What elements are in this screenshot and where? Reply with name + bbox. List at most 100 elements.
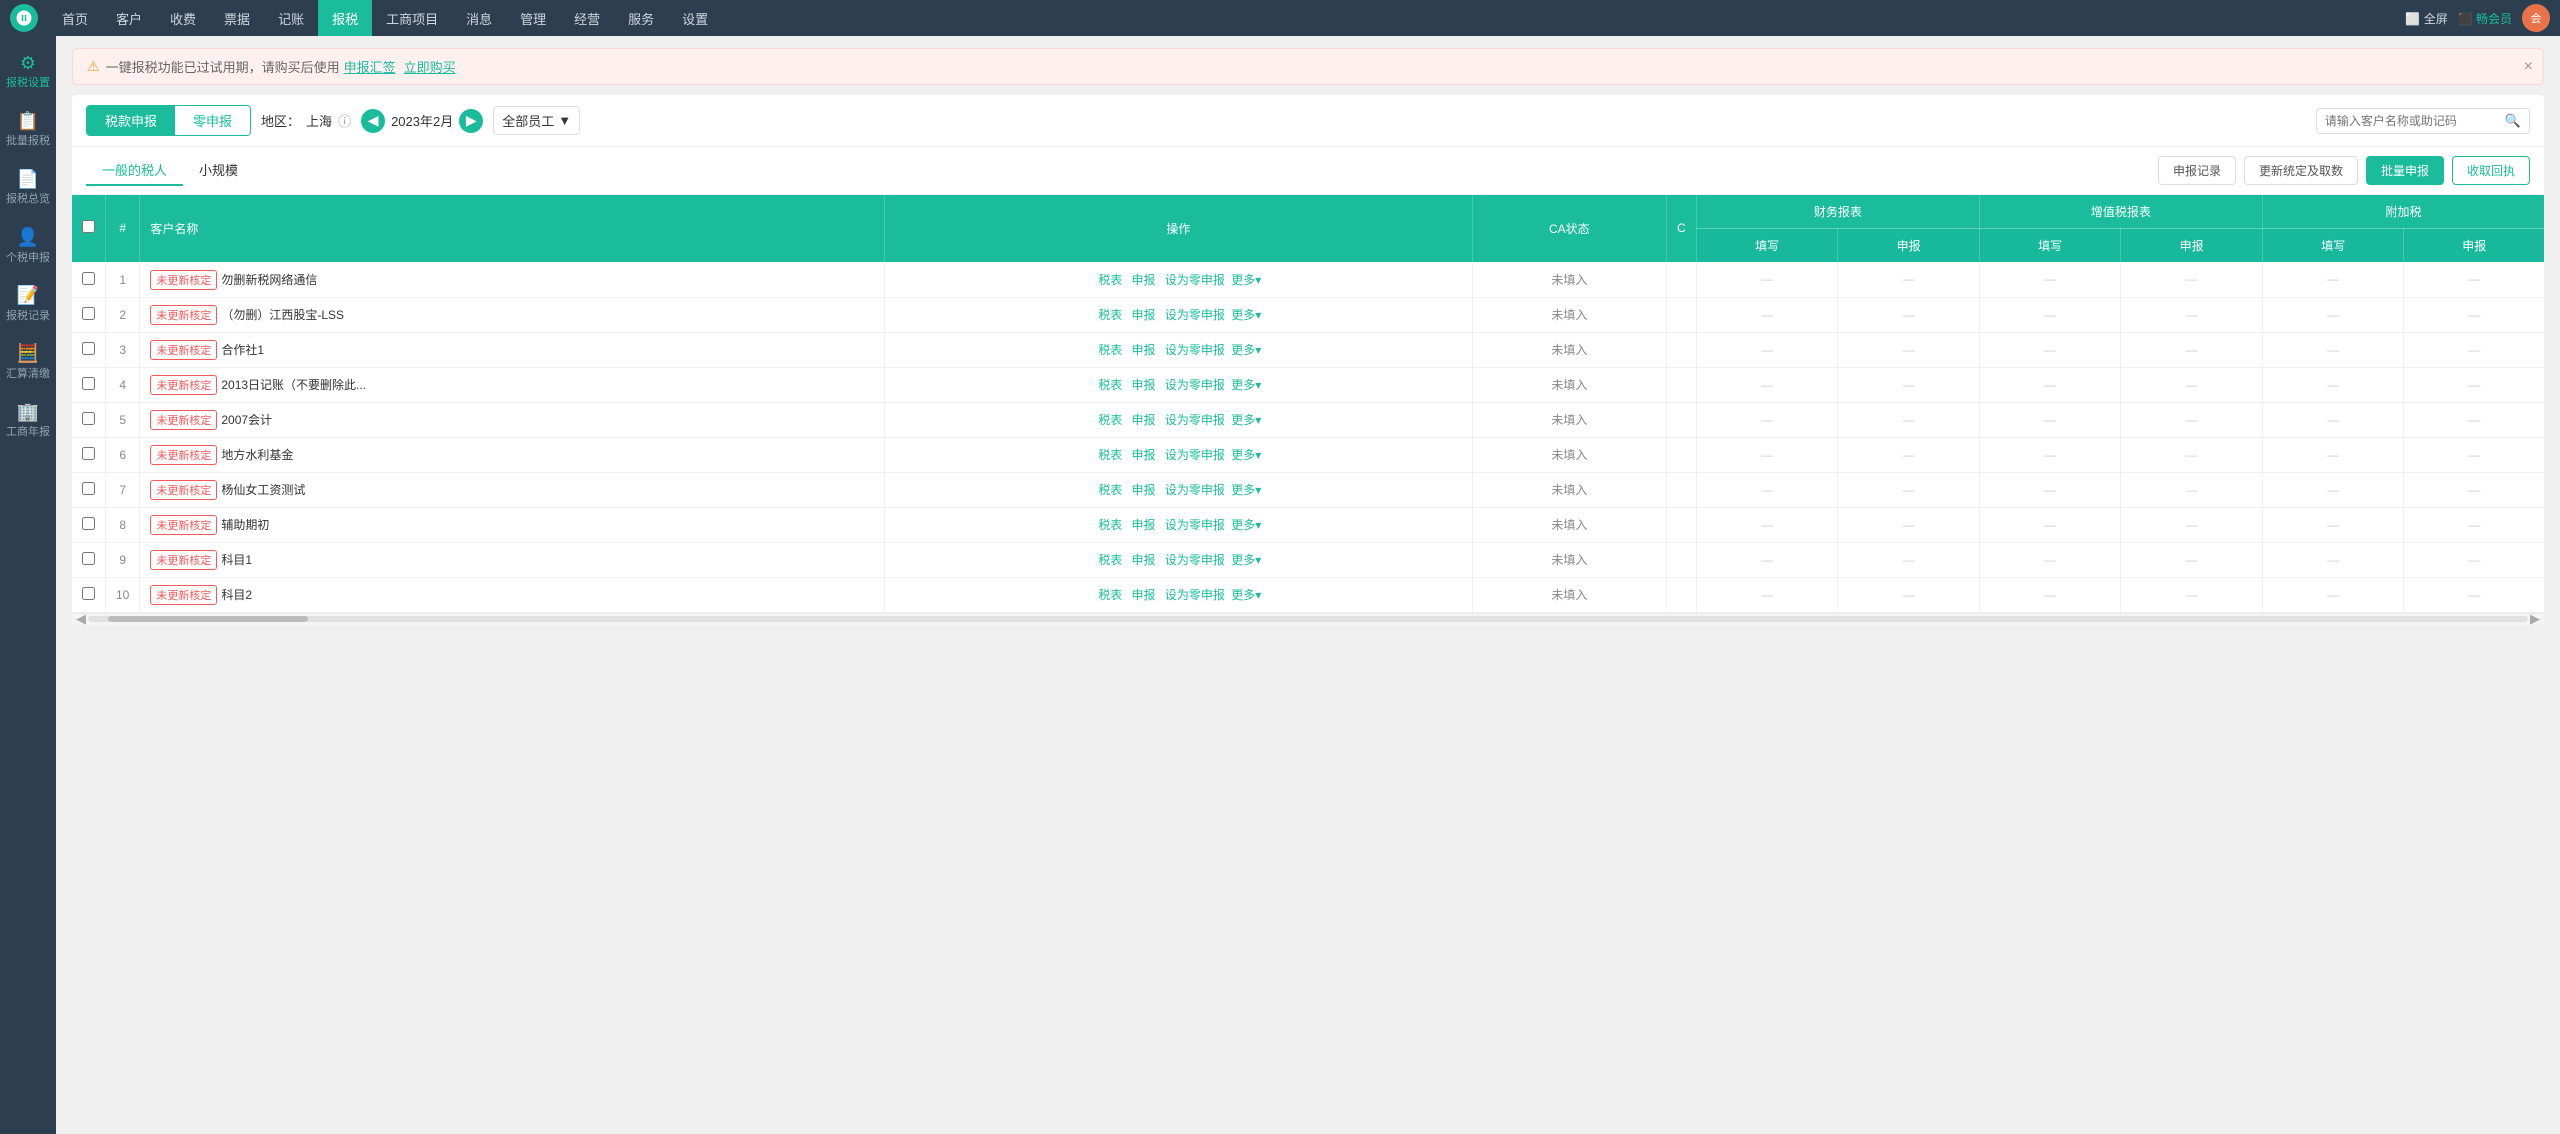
search-input[interactable]	[2325, 114, 2505, 128]
notice-link-report[interactable]: 申报汇签	[344, 57, 396, 76]
period-next-button[interactable]: ▶	[459, 109, 483, 133]
op-tax-form-8[interactable]: 税表	[1098, 553, 1122, 567]
op-more-9[interactable]: 更多▾	[1231, 588, 1261, 602]
op-tax-form-2[interactable]: 税表	[1098, 343, 1122, 357]
row-checkbox-1[interactable]	[72, 297, 106, 332]
employee-filter[interactable]: 全部员工 ▼	[493, 106, 580, 135]
sidebar-item-tax-records[interactable]: 📝 报税记录	[2, 277, 54, 331]
op-tax-form-0[interactable]: 税表	[1098, 273, 1122, 287]
scroll-left-btn[interactable]: ◀	[74, 611, 88, 625]
row-checkbox-3[interactable]	[72, 367, 106, 402]
op-declare-6[interactable]: 申报	[1132, 483, 1156, 497]
unverified-tag-6: 未更新核定	[150, 480, 217, 500]
row-checkbox-5[interactable]	[72, 437, 106, 472]
nav-customer[interactable]: 客户	[102, 0, 156, 36]
sidebar-item-business-annual[interactable]: 🏢 工商年报	[2, 393, 54, 447]
nav-business[interactable]: 工商项目	[372, 0, 452, 36]
op-zero-declare-0[interactable]: 设为零申报	[1165, 273, 1225, 287]
op-zero-declare-9[interactable]: 设为零申报	[1165, 588, 1225, 602]
nav-operation[interactable]: 经营	[560, 0, 614, 36]
op-tax-form-6[interactable]: 税表	[1098, 483, 1122, 497]
op-tax-form-1[interactable]: 税表	[1098, 308, 1122, 322]
nav-message[interactable]: 消息	[452, 0, 506, 36]
op-zero-declare-3[interactable]: 设为零申报	[1165, 378, 1225, 392]
op-tax-form-7[interactable]: 税表	[1098, 518, 1122, 532]
op-declare-7[interactable]: 申报	[1132, 518, 1156, 532]
info-icon[interactable]: ⓘ	[338, 111, 351, 130]
op-tax-form-3[interactable]: 税表	[1098, 378, 1122, 392]
op-more-6[interactable]: 更多▾	[1231, 483, 1261, 497]
op-zero-declare-7[interactable]: 设为零申报	[1165, 518, 1225, 532]
tab-tax-declaration[interactable]: 税款申报	[87, 106, 175, 135]
nav-invoice[interactable]: 票据	[210, 0, 264, 36]
op-more-2[interactable]: 更多▾	[1231, 343, 1261, 357]
nav-home[interactable]: 首页	[48, 0, 102, 36]
op-declare-1[interactable]: 申报	[1132, 308, 1156, 322]
scroll-right-btn[interactable]: ▶	[2528, 611, 2542, 625]
op-declare-9[interactable]: 申报	[1132, 588, 1156, 602]
row-checkbox-8[interactable]	[72, 542, 106, 577]
scrollbar-thumb[interactable]	[108, 616, 308, 622]
op-more-7[interactable]: 更多▾	[1231, 518, 1261, 532]
nav-service[interactable]: 服务	[614, 0, 668, 36]
op-declare-4[interactable]: 申报	[1132, 413, 1156, 427]
row-checkbox-9[interactable]	[72, 577, 106, 612]
op-more-1[interactable]: 更多▾	[1231, 308, 1261, 322]
period-nav: ◀ 2023年2月 ▶	[361, 109, 483, 133]
op-tax-form-4[interactable]: 税表	[1098, 413, 1122, 427]
op-more-8[interactable]: 更多▾	[1231, 553, 1261, 567]
tab-small-scale[interactable]: 小规模	[183, 155, 254, 186]
row-checkbox-7[interactable]	[72, 507, 106, 542]
batch-declare-button[interactable]: 批量申报	[2366, 156, 2444, 185]
row-checkbox-6[interactable]	[72, 472, 106, 507]
sidebar-item-settlement[interactable]: 🧮 汇算清缴	[2, 335, 54, 389]
sidebar-item-personal-tax[interactable]: 👤 个税申报	[2, 219, 54, 273]
op-declare-0[interactable]: 申报	[1132, 273, 1156, 287]
sidebar-item-batch-tax[interactable]: 📋 批量报税	[2, 102, 54, 156]
op-more-3[interactable]: 更多▾	[1231, 378, 1261, 392]
nav-tax[interactable]: 报税	[318, 0, 372, 36]
tab-zero-declaration[interactable]: 零申报	[175, 106, 250, 135]
update-fetch-button[interactable]: 更新统定及取数	[2244, 156, 2358, 185]
op-zero-declare-8[interactable]: 设为零申报	[1165, 553, 1225, 567]
row-checkbox-0[interactable]	[72, 262, 106, 297]
op-more-0[interactable]: 更多▾	[1231, 273, 1261, 287]
declaration-records-button[interactable]: 申报记录	[2158, 156, 2236, 185]
row-index-3: 4	[106, 367, 140, 402]
op-tax-form-9[interactable]: 税表	[1098, 588, 1122, 602]
logo[interactable]	[10, 4, 38, 32]
nav-billing[interactable]: 收费	[156, 0, 210, 36]
sidebar-item-tax-overview[interactable]: 📄 报税总览	[2, 160, 54, 214]
row-checkbox-4[interactable]	[72, 402, 106, 437]
search-icon[interactable]: 🔍	[2505, 113, 2521, 129]
period-prev-button[interactable]: ◀	[361, 109, 385, 133]
op-zero-declare-5[interactable]: 设为零申报	[1165, 448, 1225, 462]
op-zero-declare-4[interactable]: 设为零申报	[1165, 413, 1225, 427]
op-declare-5[interactable]: 申报	[1132, 448, 1156, 462]
upgrade-btn[interactable]: ⬛ 畅会员	[2458, 10, 2512, 27]
notice-close-button[interactable]: ×	[2524, 58, 2533, 76]
nav-settings[interactable]: 设置	[668, 0, 722, 36]
sidebar-label-batch-tax: 批量报税	[6, 135, 50, 148]
nav-management[interactable]: 管理	[506, 0, 560, 36]
op-declare-3[interactable]: 申报	[1132, 378, 1156, 392]
op-more-5[interactable]: 更多▾	[1231, 448, 1261, 462]
op-tax-form-5[interactable]: 税表	[1098, 448, 1122, 462]
sidebar-item-tax-settings[interactable]: ⚙ 报税设置	[2, 44, 54, 98]
select-all-checkbox[interactable]	[82, 220, 95, 233]
nav-bookkeeping[interactable]: 记账	[264, 0, 318, 36]
op-declare-8[interactable]: 申报	[1132, 553, 1156, 567]
op-zero-declare-6[interactable]: 设为零申报	[1165, 483, 1225, 497]
op-more-4[interactable]: 更多▾	[1231, 413, 1261, 427]
fetch-receipt-button[interactable]: 收取回执	[2452, 156, 2530, 185]
row-checkbox-2[interactable]	[72, 332, 106, 367]
fullscreen-btn[interactable]: ⬜ 全屏	[2405, 10, 2447, 27]
op-declare-2[interactable]: 申报	[1132, 343, 1156, 357]
row-additional-fill-4: —	[2262, 402, 2404, 437]
horizontal-scrollbar[interactable]: ◀ ▶	[72, 613, 2544, 625]
tab-general-taxpayer[interactable]: 一般的税人	[86, 155, 183, 186]
op-zero-declare-2[interactable]: 设为零申报	[1165, 343, 1225, 357]
op-zero-declare-1[interactable]: 设为零申报	[1165, 308, 1225, 322]
notice-link-buy[interactable]: 立即购买	[404, 57, 456, 76]
avatar[interactable]: 会	[2522, 4, 2550, 32]
